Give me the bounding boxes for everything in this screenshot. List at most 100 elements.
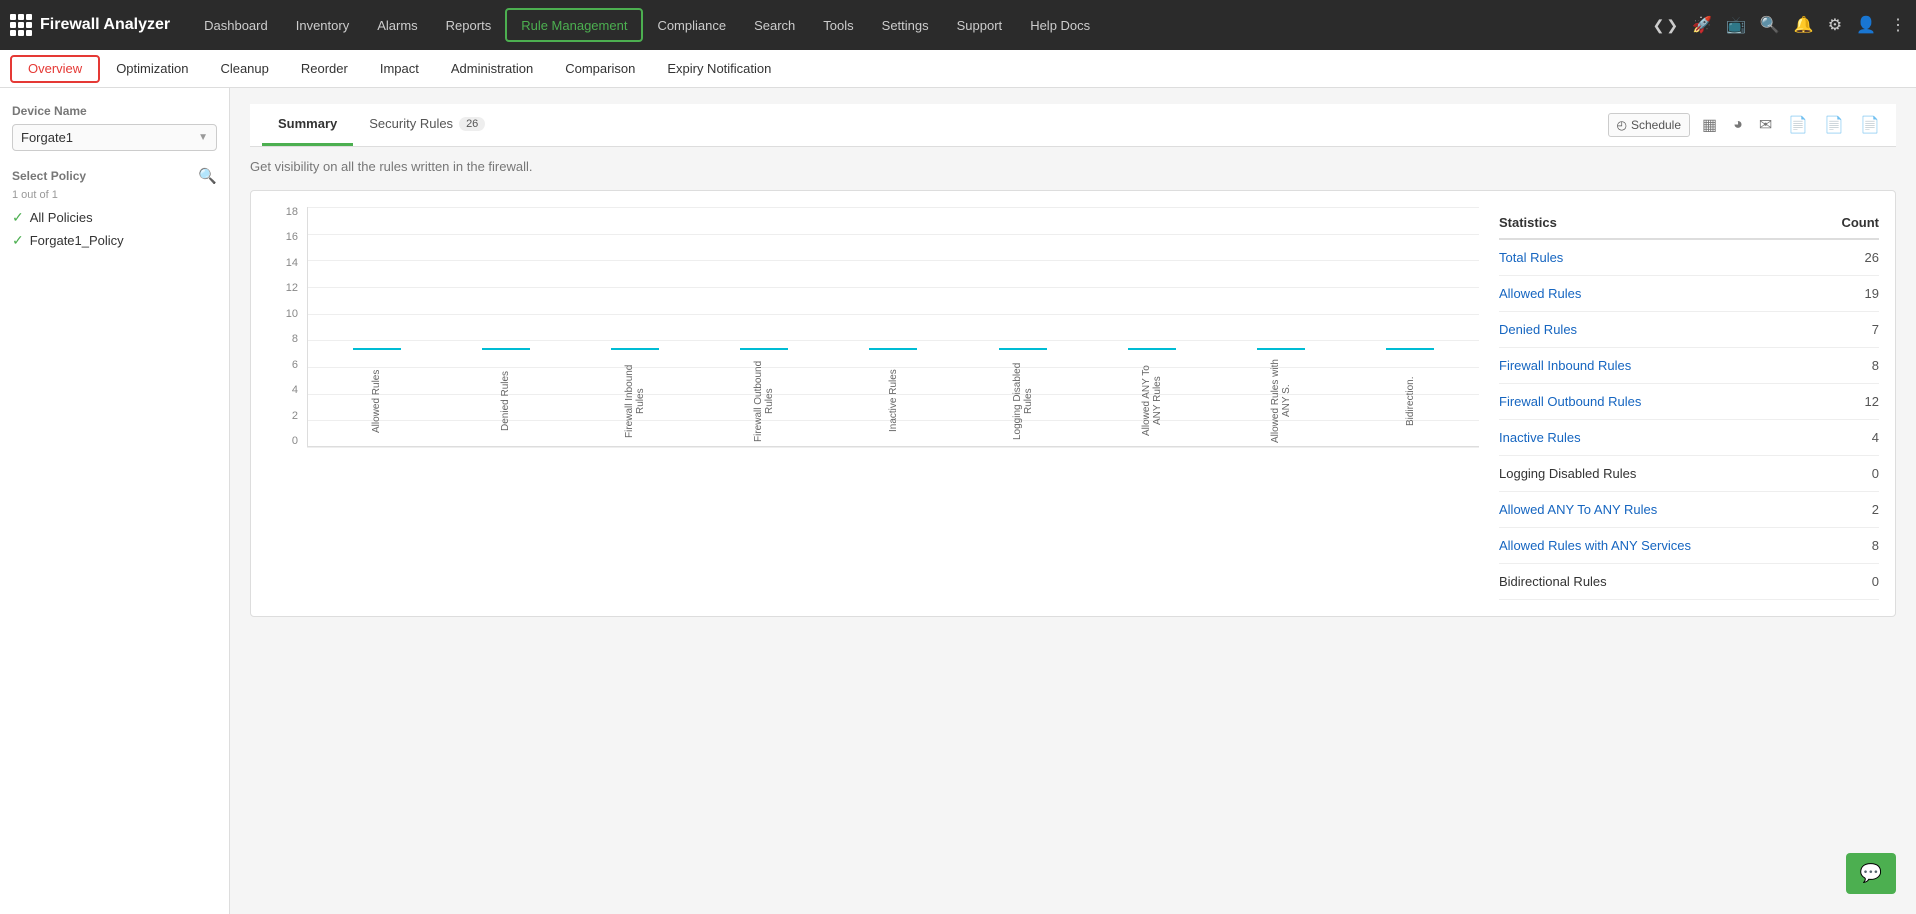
security-rules-badge: 26 xyxy=(459,117,485,131)
bar-label-8: Bidirection. xyxy=(1405,356,1416,446)
stats-name-1[interactable]: Allowed Rules xyxy=(1499,286,1799,301)
stats-row-8[interactable]: Allowed Rules with ANY Services8 xyxy=(1499,528,1879,564)
bar-group-1[interactable]: Denied Rules xyxy=(447,348,564,446)
stats-row-2[interactable]: Denied Rules7 xyxy=(1499,312,1879,348)
bar-group-0[interactable]: Allowed Rules xyxy=(318,348,435,446)
stats-count-4: 12 xyxy=(1799,394,1879,409)
stats-name-8[interactable]: Allowed Rules with ANY Services xyxy=(1499,538,1799,553)
nav-search[interactable]: Search xyxy=(740,0,809,50)
stats-row-0[interactable]: Total Rules26 xyxy=(1499,240,1879,276)
float-action-button[interactable]: 💬 xyxy=(1846,853,1896,894)
bar-group-4[interactable]: Inactive Rules xyxy=(835,348,952,446)
subnav-impact[interactable]: Impact xyxy=(364,50,435,88)
y-label-2: 2 xyxy=(267,411,302,422)
y-label-16: 16 xyxy=(267,232,302,243)
tab-security-rules[interactable]: Security Rules 26 xyxy=(353,104,501,146)
nav-tools[interactable]: Tools xyxy=(809,0,867,50)
stats-rows: Total Rules26Allowed Rules19Denied Rules… xyxy=(1499,240,1879,600)
stats-name-5[interactable]: Inactive Rules xyxy=(1499,430,1799,445)
device-label: Device Name xyxy=(12,104,217,118)
device-select[interactable]: Forgate1 ▼ xyxy=(12,124,217,151)
nav-compliance[interactable]: Compliance xyxy=(643,0,740,50)
bar-2 xyxy=(611,348,659,350)
subnav-optimization[interactable]: Optimization xyxy=(100,50,204,88)
policy-forgate1[interactable]: ✓ Forgate1_Policy xyxy=(12,232,217,249)
nav-rule-management[interactable]: Rule Management xyxy=(505,8,643,42)
nav-back-icon[interactable]: ❮ xyxy=(1653,17,1665,34)
y-label-18: 18 xyxy=(267,207,302,218)
bar-chart: 0 2 4 6 8 10 12 14 16 18 Allowed Rules xyxy=(267,207,1479,547)
check-icon-forgate1: ✓ xyxy=(12,232,24,249)
nav-settings[interactable]: Settings xyxy=(868,0,943,50)
bell-icon[interactable]: 🔔 xyxy=(1794,15,1814,35)
more-icon[interactable]: ⋮ xyxy=(1890,15,1906,35)
bar-group-2[interactable]: Firewall Inbound Rules xyxy=(576,348,693,446)
tabs-left: Summary Security Rules 26 xyxy=(262,104,501,146)
pdf-icon[interactable]: 📄 xyxy=(1784,113,1812,137)
stats-name-7[interactable]: Allowed ANY To ANY Rules xyxy=(1499,502,1799,517)
subnav-administration[interactable]: Administration xyxy=(435,50,549,88)
stats-count-5: 4 xyxy=(1799,430,1879,445)
stats-row-5[interactable]: Inactive Rules4 xyxy=(1499,420,1879,456)
subnav-comparison[interactable]: Comparison xyxy=(549,50,651,88)
bar-group-6[interactable]: Allowed ANY To ANY Rules xyxy=(1093,348,1210,446)
schedule-button[interactable]: ◴ Schedule xyxy=(1608,113,1691,137)
subnav-reorder[interactable]: Reorder xyxy=(285,50,364,88)
policy-all[interactable]: ✓ All Policies xyxy=(12,209,217,226)
bar-group-5[interactable]: Logging Disabled Rules xyxy=(964,348,1081,446)
chevron-down-icon: ▼ xyxy=(198,132,208,143)
bar-group-3[interactable]: Firewall Outbound Rules xyxy=(706,348,823,446)
stats-row-1[interactable]: Allowed Rules19 xyxy=(1499,276,1879,312)
y-label-8: 8 xyxy=(267,334,302,345)
stats-name-3[interactable]: Firewall Inbound Rules xyxy=(1499,358,1799,373)
email-icon[interactable]: ✉ xyxy=(1755,113,1776,137)
csv-icon[interactable]: 📄 xyxy=(1856,113,1884,137)
stats-count-7: 2 xyxy=(1799,502,1879,517)
stats-count-9: 0 xyxy=(1799,574,1879,589)
clock-icon: ◴ xyxy=(1617,118,1627,132)
bar-5 xyxy=(999,348,1047,350)
stats-name-2[interactable]: Denied Rules xyxy=(1499,322,1799,337)
y-label-4: 4 xyxy=(267,385,302,396)
monitor-icon[interactable]: 📺 xyxy=(1726,15,1746,35)
nav-support[interactable]: Support xyxy=(943,0,1017,50)
tab-summary[interactable]: Summary xyxy=(262,104,353,146)
nav-dashboard[interactable]: Dashboard xyxy=(190,0,282,50)
stats-name-6: Logging Disabled Rules xyxy=(1499,466,1799,481)
page-subtitle: Get visibility on all the rules written … xyxy=(250,159,1896,174)
nav-forward-icon[interactable]: ❯ xyxy=(1666,17,1678,34)
stats-count-6: 0 xyxy=(1799,466,1879,481)
bars-area: Allowed RulesDenied Rules Firewall Inboun… xyxy=(307,207,1479,447)
nav-help-docs[interactable]: Help Docs xyxy=(1016,0,1104,50)
xls-icon[interactable]: 📄 xyxy=(1820,113,1848,137)
search-icon[interactable]: 🔍 xyxy=(1760,15,1780,35)
subnav-cleanup[interactable]: Cleanup xyxy=(204,50,284,88)
stats-count-2: 7 xyxy=(1799,322,1879,337)
gear-icon[interactable]: ⚙ xyxy=(1828,15,1842,35)
bar-group-7[interactable]: Allowed Rules with ANY S. xyxy=(1223,348,1340,446)
stats-row-3[interactable]: Firewall Inbound Rules8 xyxy=(1499,348,1879,384)
bar-chart-icon[interactable]: ▦ xyxy=(1698,113,1721,137)
bar-3 xyxy=(740,348,788,350)
sub-nav: Overview Optimization Cleanup Reorder Im… xyxy=(0,50,1916,88)
stats-col-name-header: Statistics xyxy=(1499,215,1799,230)
nav-reports[interactable]: Reports xyxy=(432,0,506,50)
stats-row-4[interactable]: Firewall Outbound Rules12 xyxy=(1499,384,1879,420)
nav-alarms[interactable]: Alarms xyxy=(363,0,431,50)
stats-row-7[interactable]: Allowed ANY To ANY Rules2 xyxy=(1499,492,1879,528)
bar-label-2: Firewall Inbound Rules xyxy=(624,356,646,446)
pie-chart-icon[interactable]: ◕ xyxy=(1729,114,1747,136)
bar-group-8[interactable]: Bidirection. xyxy=(1352,348,1469,446)
y-label-12: 12 xyxy=(267,283,302,294)
bar-label-6: Allowed ANY To ANY Rules xyxy=(1141,356,1163,446)
rocket-icon[interactable]: 🚀 xyxy=(1692,15,1712,35)
stats-name-0[interactable]: Total Rules xyxy=(1499,250,1799,265)
tabs-right: ◴ Schedule ▦ ◕ ✉ 📄 📄 📄 xyxy=(1608,113,1885,137)
subnav-expiry[interactable]: Expiry Notification xyxy=(651,50,787,88)
subnav-overview[interactable]: Overview xyxy=(10,55,100,83)
y-label-14: 14 xyxy=(267,258,302,269)
stats-name-4[interactable]: Firewall Outbound Rules xyxy=(1499,394,1799,409)
nav-inventory[interactable]: Inventory xyxy=(282,0,363,50)
policy-search-icon[interactable]: 🔍 xyxy=(198,167,217,185)
user-icon[interactable]: 👤 xyxy=(1856,15,1876,35)
